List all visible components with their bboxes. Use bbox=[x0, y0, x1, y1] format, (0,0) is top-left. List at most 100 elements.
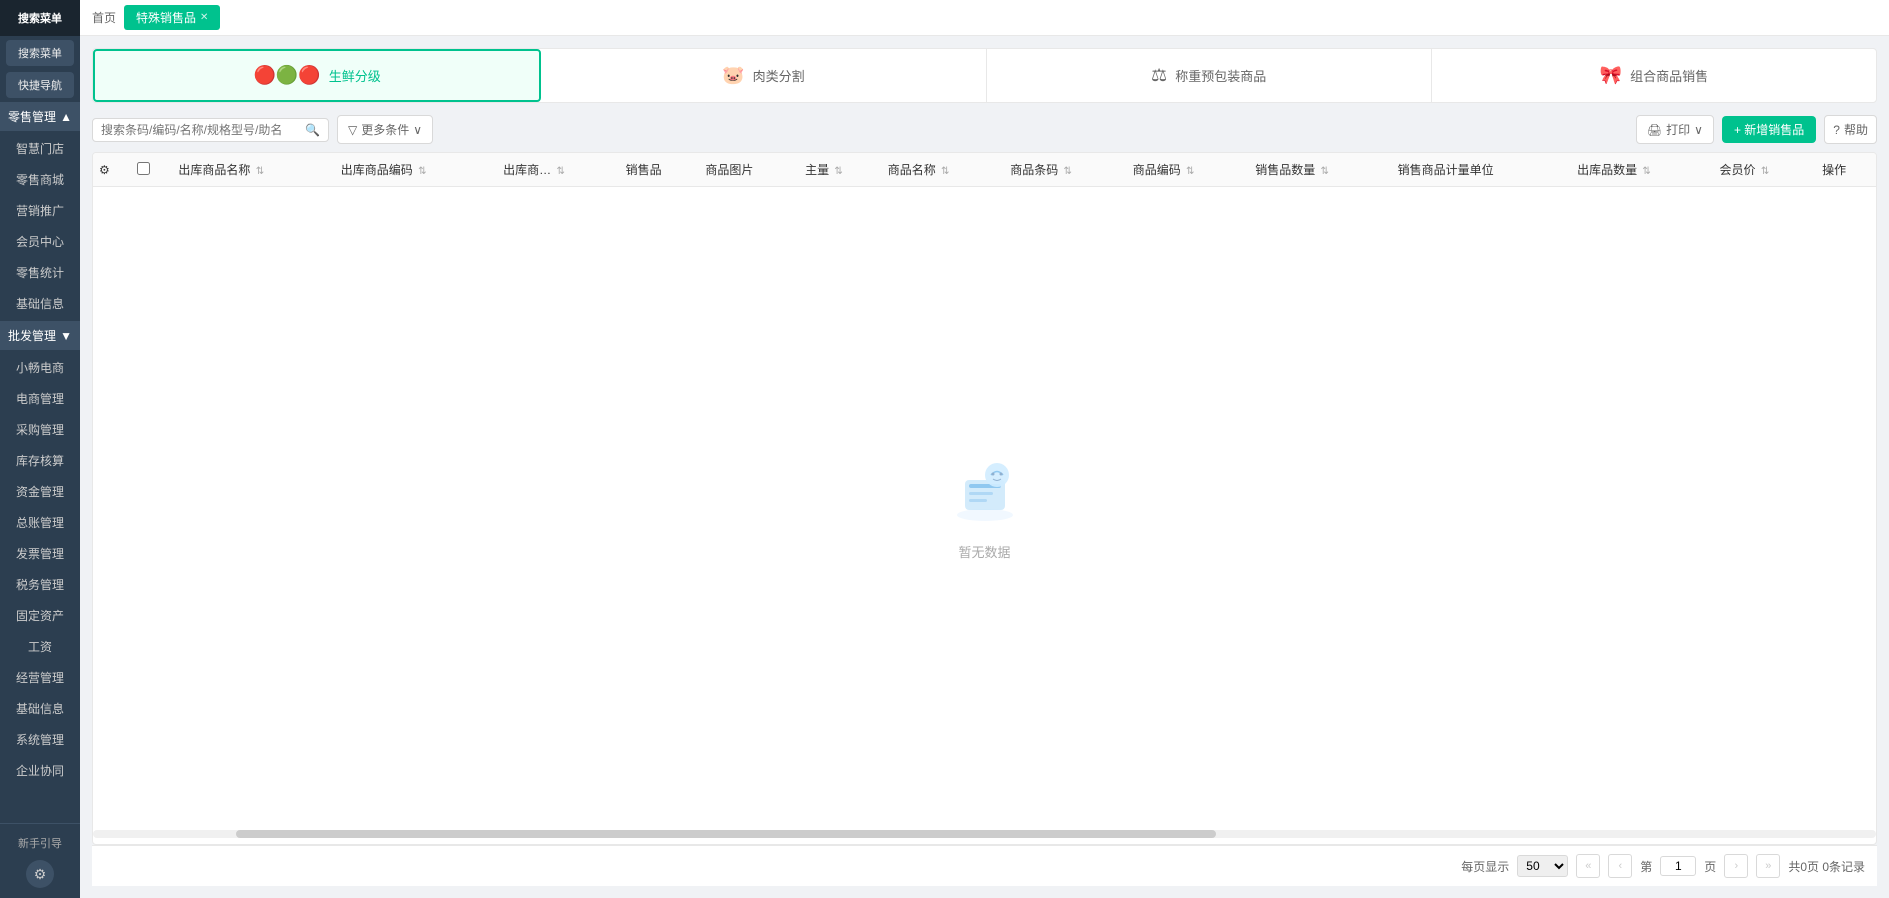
sidebar-item-smart-store[interactable]: 智慧门店 bbox=[0, 133, 80, 164]
empty-illustration bbox=[945, 450, 1025, 530]
pagination-bar: 每页显示 50 100 200 « ‹ 第 页 › » 共0页 0条记录 bbox=[92, 845, 1877, 886]
sidebar-item-marketing[interactable]: 营销推广 bbox=[0, 195, 80, 226]
print-button[interactable]: 🖨 打印 ∨ bbox=[1636, 115, 1714, 144]
col-member-price[interactable]: 会员价 ⇅ bbox=[1714, 153, 1817, 187]
sidebar-new-guide[interactable]: 新手引导 bbox=[6, 830, 74, 856]
sidebar-search-btn[interactable]: 搜索菜单 bbox=[6, 40, 74, 66]
sidebar-item-purchase-mgmt[interactable]: 采购管理 bbox=[0, 414, 80, 445]
sidebar-section-retail[interactable]: 零售管理 ▲ bbox=[0, 102, 80, 131]
sidebar-section-wholesale[interactable]: 批发管理 ▼ bbox=[0, 321, 80, 350]
scrollbar-thumb[interactable] bbox=[236, 830, 1217, 838]
col-goods-code[interactable]: 商品编码 ⇅ bbox=[1127, 153, 1250, 187]
breadcrumb-home: 首页 bbox=[92, 9, 116, 26]
gear-icon[interactable]: ⚙ bbox=[26, 860, 54, 888]
sidebar-item-mini-ecommerce[interactable]: 小畅电商 bbox=[0, 352, 80, 383]
sidebar-item-base-info[interactable]: 基础信息 bbox=[0, 288, 80, 319]
sidebar-item-salary[interactable]: 工资 bbox=[0, 631, 80, 662]
col-goods-name[interactable]: 商品名称 ⇅ bbox=[882, 153, 1005, 187]
current-page-input[interactable] bbox=[1660, 856, 1696, 876]
select-all-checkbox[interactable] bbox=[137, 162, 150, 175]
first-page-btn[interactable]: « bbox=[1576, 854, 1600, 878]
col-checkbox[interactable] bbox=[131, 153, 173, 187]
col-sales-item[interactable]: 销售品 bbox=[620, 153, 700, 187]
empty-text: 暂无数据 bbox=[958, 542, 1010, 561]
add-label: + 新增销售品 bbox=[1734, 121, 1804, 138]
sidebar-item-fixed-assets[interactable]: 固定资产 bbox=[0, 600, 80, 631]
col-sales-unit[interactable]: 销售商品计量单位 bbox=[1392, 153, 1571, 187]
weight-icon: ⚖ bbox=[1151, 65, 1167, 86]
active-tab-label: 特殊销售品 bbox=[136, 9, 196, 26]
category-tab-weight[interactable]: ⚖ 称重预包装商品 bbox=[987, 49, 1432, 102]
col-actions: 操作 bbox=[1816, 153, 1876, 187]
horizontal-scrollbar[interactable] bbox=[93, 830, 1876, 838]
print-chevron-icon: ∨ bbox=[1694, 123, 1703, 137]
col-barcode[interactable]: 商品条码 ⇅ bbox=[1004, 153, 1127, 187]
sidebar-item-enterprise[interactable]: 企业协同 bbox=[0, 755, 80, 786]
page-body: 🔴🟢🔴 生鲜分级 🐷 肉类分割 ⚖ 称重预包装商品 🎀 组合商品销售 🔍 bbox=[80, 36, 1889, 898]
category-tab-fresh-label: 生鲜分级 bbox=[329, 66, 381, 85]
filter-button[interactable]: ▽ 更多条件 ∨ bbox=[337, 115, 433, 144]
col-sales-qty[interactable]: 销售品数量 ⇅ bbox=[1249, 153, 1391, 187]
sidebar-item-retail-mall[interactable]: 零售商城 bbox=[0, 164, 80, 195]
sidebar-bottom: 新手引导 ⚙ bbox=[0, 823, 80, 898]
toolbar-left: 🔍 ▽ 更多条件 ∨ bbox=[92, 115, 433, 144]
sidebar-item-operations[interactable]: 经营管理 bbox=[0, 662, 80, 693]
add-sales-button[interactable]: + 新增销售品 bbox=[1722, 116, 1816, 143]
table-container: ⚙ 出库商品名称 ⇅ 出库商品编码 ⇅ 出库商… ⇅ 销售品 商品图片 主量 ⇅… bbox=[92, 152, 1877, 845]
filter-label: 更多条件 bbox=[361, 121, 409, 138]
search-input[interactable] bbox=[101, 123, 301, 137]
sidebar-item-system-mgmt[interactable]: 系统管理 bbox=[0, 724, 80, 755]
col-out-code[interactable]: 出库商品编码 ⇅ bbox=[335, 153, 497, 187]
category-tab-fresh[interactable]: 🔴🟢🔴 生鲜分级 bbox=[93, 49, 541, 102]
filter-icon: ▽ bbox=[348, 123, 357, 137]
meat-icon: 🐷 bbox=[722, 65, 744, 86]
col-out-qty[interactable]: 出库品数量 ⇅ bbox=[1571, 153, 1713, 187]
sidebar-item-invoice[interactable]: 发票管理 bbox=[0, 538, 80, 569]
main-content: 首页 特殊销售品 ✕ 🔴🟢🔴 生鲜分级 🐷 肉类分割 ⚖ 称重预包装商品 🎀 bbox=[80, 0, 1889, 898]
table-header-row: ⚙ 出库商品名称 ⇅ 出库商品编码 ⇅ 出库商… ⇅ 销售品 商品图片 主量 ⇅… bbox=[93, 153, 1876, 187]
combo-icon: 🎀 bbox=[1600, 65, 1622, 86]
search-box[interactable]: 🔍 bbox=[92, 118, 329, 142]
tab-close-icon[interactable]: ✕ bbox=[200, 12, 208, 23]
col-out-spec[interactable]: 出库商… ⇅ bbox=[497, 153, 620, 187]
page-label-before: 第 bbox=[1640, 858, 1652, 875]
empty-state: 暂无数据 bbox=[93, 187, 1876, 824]
top-bar: 首页 特殊销售品 ✕ bbox=[80, 0, 1889, 36]
fresh-icon: 🔴🟢🔴 bbox=[253, 65, 320, 86]
help-label: 帮助 bbox=[1844, 121, 1868, 138]
category-tab-meat[interactable]: 🐷 肉类分割 bbox=[541, 49, 986, 102]
sidebar-item-retail-stats[interactable]: 零售统计 bbox=[0, 257, 80, 288]
col-weight[interactable]: 主量 ⇅ bbox=[799, 153, 882, 187]
col-out-name[interactable]: 出库商品名称 ⇅ bbox=[172, 153, 334, 187]
sidebar: 搜索菜单 搜索菜单 快捷导航 零售管理 ▲ 智慧门店 零售商城 营销推广 会员中… bbox=[0, 0, 80, 898]
sidebar-item-inventory[interactable]: 库存核算 bbox=[0, 445, 80, 476]
sidebar-item-finance[interactable]: 资金管理 bbox=[0, 476, 80, 507]
sidebar-item-tax[interactable]: 税务管理 bbox=[0, 569, 80, 600]
sidebar-item-member-center[interactable]: 会员中心 bbox=[0, 226, 80, 257]
print-label: 打印 bbox=[1666, 121, 1690, 138]
total-label: 共0页 0条记录 bbox=[1788, 858, 1865, 875]
data-table: ⚙ 出库商品名称 ⇅ 出库商品编码 ⇅ 出库商… ⇅ 销售品 商品图片 主量 ⇅… bbox=[93, 153, 1876, 187]
toolbar: 🔍 ▽ 更多条件 ∨ 🖨 打印 ∨ + 新增销售品 ? bbox=[92, 115, 1877, 144]
sidebar-item-general-ledger[interactable]: 总账管理 bbox=[0, 507, 80, 538]
category-tab-combo-label: 组合商品销售 bbox=[1630, 66, 1708, 85]
sidebar-item-ecommerce-mgmt[interactable]: 电商管理 bbox=[0, 383, 80, 414]
active-tab[interactable]: 特殊销售品 ✕ bbox=[124, 5, 220, 30]
category-tab-meat-label: 肉类分割 bbox=[753, 66, 805, 85]
category-tab-combo[interactable]: 🎀 组合商品销售 bbox=[1432, 49, 1876, 102]
help-button[interactable]: ? 帮助 bbox=[1824, 115, 1877, 144]
col-image[interactable]: 商品图片 bbox=[699, 153, 799, 187]
sidebar-quick-nav[interactable]: 快捷导航 bbox=[6, 72, 74, 98]
col-setting[interactable]: ⚙ bbox=[93, 153, 131, 187]
page-label-after: 页 bbox=[1704, 858, 1716, 875]
per-page-select[interactable]: 50 100 200 bbox=[1517, 855, 1568, 877]
prev-page-btn[interactable]: ‹ bbox=[1608, 854, 1632, 878]
next-page-btn[interactable]: › bbox=[1724, 854, 1748, 878]
toolbar-right: 🖨 打印 ∨ + 新增销售品 ? 帮助 bbox=[1636, 115, 1877, 144]
search-icon: 🔍 bbox=[305, 123, 320, 137]
sidebar-logo: 搜索菜单 bbox=[0, 0, 80, 36]
sidebar-item-basic-info2[interactable]: 基础信息 bbox=[0, 693, 80, 724]
last-page-btn[interactable]: » bbox=[1756, 854, 1780, 878]
print-icon: 🖨 bbox=[1647, 123, 1662, 137]
category-tabs: 🔴🟢🔴 生鲜分级 🐷 肉类分割 ⚖ 称重预包装商品 🎀 组合商品销售 bbox=[92, 48, 1877, 103]
